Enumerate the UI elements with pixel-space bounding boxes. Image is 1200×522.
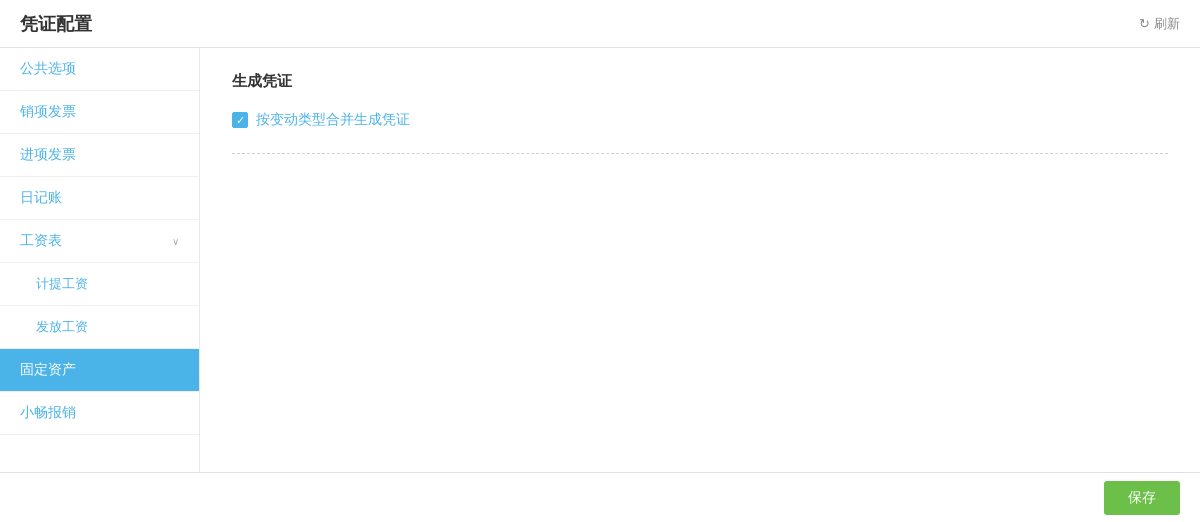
- checkbox-row[interactable]: ✓ 按变动类型合并生成凭证: [232, 111, 1168, 129]
- save-button[interactable]: 保存: [1104, 481, 1180, 515]
- merge-checkbox-label[interactable]: 按变动类型合并生成凭证: [256, 111, 410, 129]
- refresh-button[interactable]: ↻ 刷新: [1139, 15, 1180, 33]
- sidebar: 公共选项销项发票进项发票日记账工资表 ∨ 计提工资发放工资固定资产小畅报销: [0, 48, 200, 472]
- refresh-icon: ↻: [1139, 16, 1150, 31]
- sidebar-item-label-journal: 日记账: [20, 189, 62, 207]
- sidebar-item-public-options[interactable]: 公共选项: [0, 48, 199, 91]
- header: 凭证配置 ↻ 刷新: [0, 0, 1200, 48]
- page-title: 凭证配置: [20, 12, 92, 36]
- sidebar-item-label-salary-pay: 发放工资: [36, 318, 88, 336]
- sidebar-item-fixed-assets[interactable]: 固定资产: [0, 349, 199, 392]
- sidebar-item-label-salary-accrual: 计提工资: [36, 275, 88, 293]
- main-content: 生成凭证 ✓ 按变动类型合并生成凭证: [200, 48, 1200, 472]
- sidebar-item-salary-pay[interactable]: 发放工资: [0, 306, 199, 349]
- app-container: 凭证配置 ↻ 刷新 公共选项销项发票进项发票日记账工资表 ∨ 计提工资发放工资固定资…: [0, 0, 1200, 522]
- sidebar-item-sales-invoice[interactable]: 销项发票: [0, 91, 199, 134]
- checkmark-icon: ✓: [236, 115, 245, 126]
- chevron-down-icon: ∨: [172, 236, 179, 247]
- sidebar-item-label-public-options: 公共选项: [20, 60, 76, 78]
- sidebar-item-label-sales-invoice: 销项发票: [20, 103, 76, 121]
- sidebar-item-label-fixed-assets: 固定资产: [20, 361, 76, 379]
- merge-checkbox[interactable]: ✓: [232, 112, 248, 128]
- body: 公共选项销项发票进项发票日记账工资表 ∨ 计提工资发放工资固定资产小畅报销 生成凭证…: [0, 48, 1200, 472]
- sidebar-item-expense-report[interactable]: 小畅报销: [0, 392, 199, 435]
- sidebar-item-label-expense-report: 小畅报销: [20, 404, 76, 422]
- sidebar-item-salary-accrual[interactable]: 计提工资: [0, 263, 199, 306]
- footer: 保存: [0, 472, 1200, 522]
- sidebar-item-journal[interactable]: 日记账: [0, 177, 199, 220]
- refresh-label: 刷新: [1154, 15, 1180, 33]
- sidebar-item-payroll-table[interactable]: 工资表 ∨: [0, 220, 199, 263]
- sidebar-item-label-payroll-table: 工资表: [20, 232, 62, 250]
- sidebar-item-label-purchase-invoice: 进项发票: [20, 146, 76, 164]
- section-title: 生成凭证: [232, 72, 1168, 91]
- section-divider: [232, 153, 1168, 154]
- sidebar-item-purchase-invoice[interactable]: 进项发票: [0, 134, 199, 177]
